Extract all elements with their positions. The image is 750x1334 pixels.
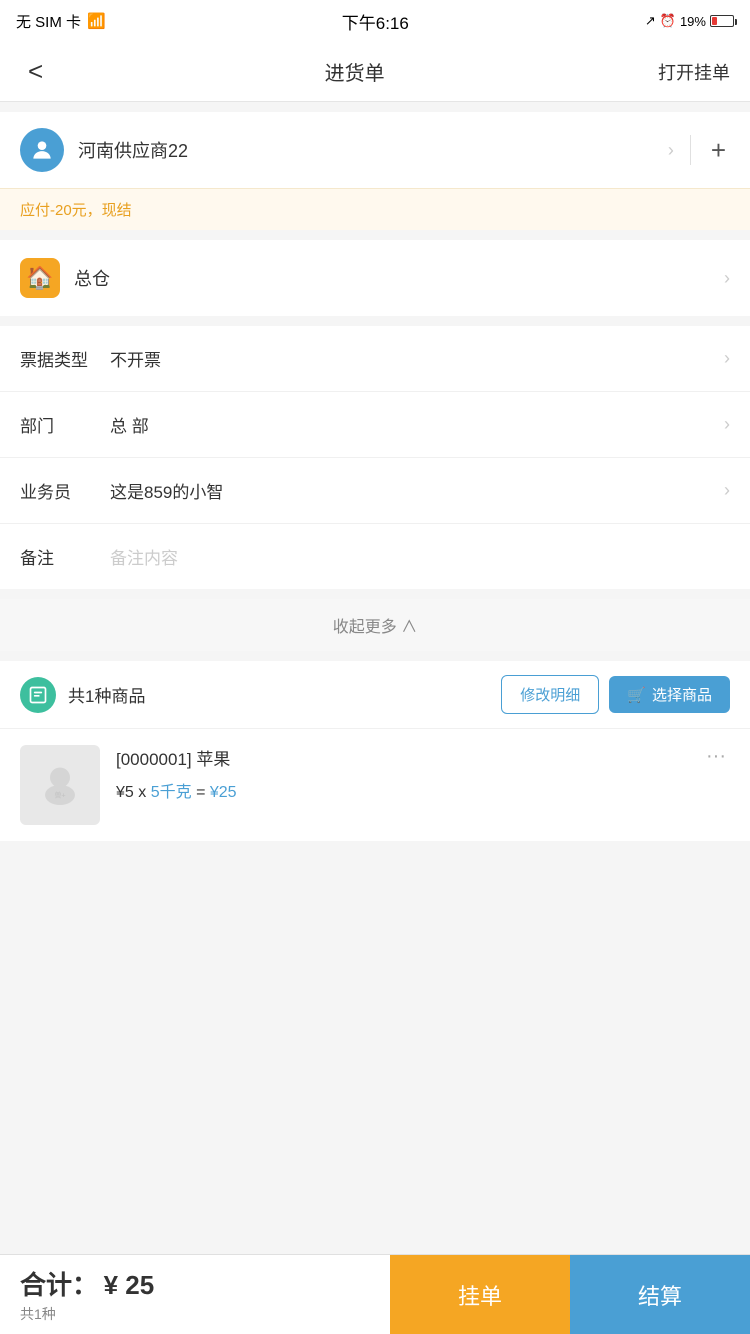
ticket-type-label: 票据类型 (20, 346, 110, 371)
ticket-type-value: 不开票 (110, 346, 714, 371)
product-item: 兽+ [0000001] 苹果 ¥5 x 5千克 = ¥25 ··· (0, 729, 750, 841)
department-row[interactable]: 部门 总 部 › (0, 392, 750, 458)
open-pending-button[interactable]: 打开挂单 (658, 59, 730, 85)
battery-icon (710, 15, 734, 27)
warehouse-row[interactable]: 🏠 总仓 › (0, 240, 750, 316)
edit-detail-button[interactable]: 修改明细 (501, 675, 599, 714)
product-more-button[interactable]: ··· (702, 745, 730, 768)
warehouse-icon: 🏠 (20, 258, 60, 298)
supplier-avatar (20, 128, 64, 172)
products-section: 共1种商品 修改明细 🛒 选择商品 兽+ [0000001] 苹果 ¥5 x (0, 661, 750, 841)
wifi-icon: 📶 (87, 12, 106, 30)
sim-label: 无 SIM 卡 (16, 11, 81, 32)
products-icon (20, 677, 56, 713)
status-bar-time: 下午6:16 (342, 9, 409, 34)
supplier-name: 河南供应商22 (78, 137, 658, 163)
product-name: [0000001] 苹果 (116, 745, 702, 770)
total-value: ¥ 25 (104, 1270, 155, 1300)
checkout-button[interactable]: 结算 (570, 1255, 750, 1334)
remark-row[interactable]: 备注 备注内容 (0, 524, 750, 589)
form-section: 票据类型 不开票 › 部门 总 部 › 业务员 这是859的小智 › 备注 备注… (0, 326, 750, 589)
product-apple: 苹果 (196, 750, 230, 769)
alarm-icon: ⏰ (660, 13, 676, 29)
status-bar-left: 无 SIM 卡 📶 (16, 11, 106, 32)
notice-banner: 应付-20元，现结 (0, 188, 750, 230)
warehouse-name: 总仓 (74, 265, 714, 291)
location-icon: ↗ (645, 13, 656, 29)
multiply-sign: x (138, 784, 150, 801)
cart-icon: 🛒 (627, 686, 646, 704)
chevron-right-icon: › (724, 414, 730, 435)
battery-percent: 19% (680, 14, 706, 29)
chevron-right-icon: › (724, 268, 730, 289)
salesman-row[interactable]: 业务员 这是859的小智 › (0, 458, 750, 524)
department-label: 部门 (20, 412, 110, 437)
product-code: [0000001] (116, 750, 192, 769)
product-thumbnail: 兽+ (20, 745, 100, 825)
quantity: 5千克 (151, 784, 192, 801)
supplier-row[interactable]: 河南供应商22 › + (0, 112, 750, 188)
status-bar-right: ↗ ⏰ 19% (645, 13, 734, 29)
total-sub: 共1种 (20, 1304, 370, 1324)
products-count: 共1种商品 (68, 682, 501, 707)
chevron-right-icon: › (668, 140, 674, 161)
salesman-value: 这是859的小智 (110, 478, 714, 503)
collapse-button[interactable]: 收起更多 ∧ (0, 599, 750, 651)
total-amount: 合计： ¥ 25 (20, 1265, 370, 1302)
remark-input[interactable]: 备注内容 (110, 544, 730, 569)
salesman-label: 业务员 (20, 478, 110, 503)
total-label: 合计： (20, 1270, 98, 1300)
chevron-right-icon: › (724, 348, 730, 369)
equals-sign: = (196, 784, 210, 801)
add-button[interactable]: + (707, 135, 730, 166)
department-value: 总 部 (110, 412, 714, 437)
products-header: 共1种商品 修改明细 🛒 选择商品 (0, 661, 750, 729)
product-price: ¥5 x 5千克 = ¥25 (116, 778, 702, 802)
notice-text: 应付-20元，现结 (20, 202, 132, 219)
select-product-button[interactable]: 🛒 选择商品 (609, 676, 730, 713)
divider (690, 135, 691, 165)
page-title: 进货单 (325, 57, 385, 86)
ticket-type-row[interactable]: 票据类型 不开票 › (0, 326, 750, 392)
warehouse-section: 🏠 总仓 › (0, 240, 750, 316)
total-price: ¥25 (210, 784, 237, 801)
collapse-label: 收起更多 ∧ (333, 619, 417, 636)
nav-bar: < 进货单 打开挂单 (0, 42, 750, 102)
bottom-bar: 合计： ¥ 25 共1种 挂单 结算 (0, 1254, 750, 1334)
supplier-section: 河南供应商22 › + 应付-20元，现结 (0, 112, 750, 230)
select-product-label: 选择商品 (652, 684, 712, 705)
status-bar: 无 SIM 卡 📶 下午6:16 ↗ ⏰ 19% (0, 0, 750, 42)
unit-price: ¥5 (116, 784, 134, 801)
remark-label: 备注 (20, 544, 110, 569)
chevron-right-icon: › (724, 480, 730, 501)
total-section: 合计： ¥ 25 共1种 (0, 1265, 390, 1324)
product-info: [0000001] 苹果 ¥5 x 5千克 = ¥25 (116, 745, 702, 802)
hang-button[interactable]: 挂单 (390, 1255, 570, 1334)
back-button[interactable]: < (20, 52, 51, 91)
